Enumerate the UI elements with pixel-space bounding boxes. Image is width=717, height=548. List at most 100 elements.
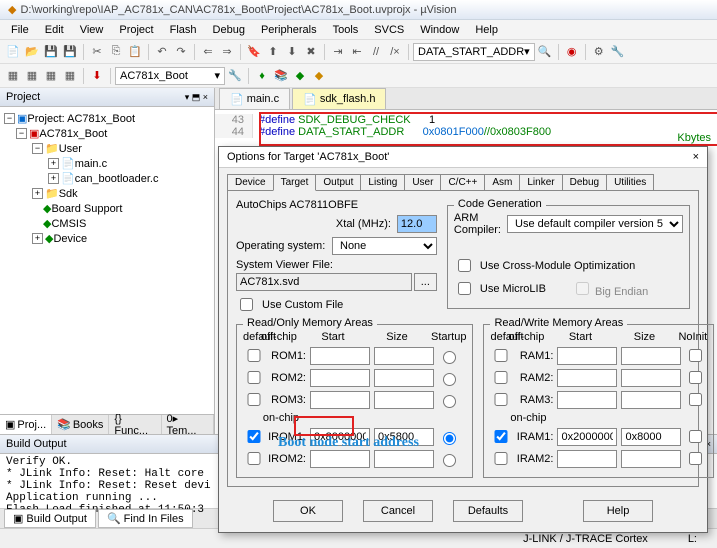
xmod-checkbox[interactable] xyxy=(458,259,471,272)
tab-templates[interactable]: 0▸ Tem... xyxy=(162,415,214,434)
ram1-noinit[interactable] xyxy=(689,349,702,362)
rom2-def-checkbox[interactable] xyxy=(247,371,261,384)
tab-find-in-files[interactable]: 🔍Find In Files xyxy=(98,509,193,528)
undo-icon[interactable]: ↶ xyxy=(153,43,171,61)
dtab-target[interactable]: Target xyxy=(273,174,317,191)
rom1-def-checkbox[interactable] xyxy=(247,349,261,362)
ram3-start[interactable] xyxy=(557,391,617,409)
redo-icon[interactable]: ↷ xyxy=(172,43,190,61)
save-icon[interactable]: 💾 xyxy=(42,43,60,61)
rte-icon[interactable]: ◆ xyxy=(310,67,328,85)
code-area[interactable]: 43 #define SDK_DEBUG_CHECK 1 44 #define … xyxy=(215,110,717,142)
tree-group-device[interactable]: +◆ Device xyxy=(0,231,214,246)
cancel-button[interactable]: Cancel xyxy=(363,500,433,522)
defaults-button[interactable]: Defaults xyxy=(453,500,523,522)
dtab-debug[interactable]: Debug xyxy=(562,174,607,191)
bookmark-clear-icon[interactable]: ✖ xyxy=(302,43,320,61)
open-icon[interactable]: 📂 xyxy=(23,43,41,61)
dtab-device[interactable]: Device xyxy=(227,174,274,191)
tab-sdk-flash-h[interactable]: 📄sdk_flash.h xyxy=(292,88,386,109)
menu-file[interactable]: File xyxy=(4,22,36,38)
outdent-icon[interactable]: ⇤ xyxy=(348,43,366,61)
irom1-def-checkbox[interactable] xyxy=(247,430,261,443)
iram1-def-checkbox[interactable] xyxy=(494,430,508,443)
svf-input[interactable] xyxy=(236,273,412,291)
svf-browse-button[interactable]: ... xyxy=(414,273,437,291)
tree-file-main[interactable]: +📄 main.c xyxy=(0,156,214,171)
options-icon[interactable]: 🔧 xyxy=(226,67,244,85)
rom1-startup[interactable] xyxy=(443,351,456,364)
rom2-startup[interactable] xyxy=(443,373,456,386)
download-icon[interactable]: ⬇ xyxy=(88,67,106,85)
find-combo[interactable]: DATA_START_ADDR▾ xyxy=(413,43,535,61)
tab-project[interactable]: ▣Proj... xyxy=(0,415,52,434)
menu-project[interactable]: Project xyxy=(112,22,160,38)
irom2-start[interactable] xyxy=(310,450,370,468)
nav-fwd-icon[interactable]: ⇒ xyxy=(218,43,236,61)
tree-file-bootloader[interactable]: +📄 can_bootloader.c xyxy=(0,171,214,186)
iram2-start[interactable] xyxy=(557,450,617,468)
dtab-asm[interactable]: Asm xyxy=(484,174,520,191)
target-combo[interactable]: AC781x_Boot▾ xyxy=(115,67,225,85)
tab-build-output[interactable]: ▣Build Output xyxy=(4,509,96,528)
ram1-size[interactable] xyxy=(621,347,681,365)
dtab-output[interactable]: Output xyxy=(315,174,361,191)
iram2-noinit[interactable] xyxy=(689,452,702,465)
ram3-size[interactable] xyxy=(621,391,681,409)
ram1-def-checkbox[interactable] xyxy=(494,349,508,362)
nav-back-icon[interactable]: ⇐ xyxy=(199,43,217,61)
dtab-utilities[interactable]: Utilities xyxy=(606,174,654,191)
os-select[interactable]: None xyxy=(332,237,437,255)
uncomment-icon[interactable]: /× xyxy=(386,43,404,61)
paste-icon[interactable]: 📋 xyxy=(126,43,144,61)
new-icon[interactable]: 📄 xyxy=(4,43,22,61)
iram2-size[interactable] xyxy=(621,450,681,468)
ram2-def-checkbox[interactable] xyxy=(494,371,508,384)
iram1-start[interactable] xyxy=(557,428,617,446)
dtab-listing[interactable]: Listing xyxy=(360,174,405,191)
debug-icon[interactable]: ◉ xyxy=(563,43,581,61)
dtab-linker[interactable]: Linker xyxy=(519,174,562,191)
menu-debug[interactable]: Debug xyxy=(206,22,252,38)
tree-root[interactable]: −▣ Project: AC781x_Boot xyxy=(0,111,214,126)
compiler-select[interactable]: Use default compiler version 5 xyxy=(507,215,683,233)
microlib-checkbox[interactable] xyxy=(458,282,471,295)
pack-icon[interactable]: ◆ xyxy=(291,67,309,85)
rom2-start[interactable] xyxy=(310,369,370,387)
rom3-size[interactable] xyxy=(374,391,434,409)
tree-target[interactable]: −▣ AC781x_Boot xyxy=(0,126,214,141)
ram3-noinit[interactable] xyxy=(689,393,702,406)
dtab-user[interactable]: User xyxy=(404,174,441,191)
rom3-startup[interactable] xyxy=(443,395,456,408)
iram1-noinit[interactable] xyxy=(689,430,702,443)
custom-file-checkbox[interactable] xyxy=(240,298,253,311)
wrench-icon[interactable]: 🔧 xyxy=(609,43,627,61)
copy-icon[interactable]: ⎘ xyxy=(107,43,125,61)
iram1-size[interactable] xyxy=(621,428,681,446)
irom2-startup[interactable] xyxy=(443,454,456,467)
tree-group-board[interactable]: ◆ Board Support xyxy=(0,201,214,216)
bookmark-icon[interactable]: 🔖 xyxy=(245,43,263,61)
comment-icon[interactable]: // xyxy=(367,43,385,61)
bookmark-next-icon[interactable]: ⬇ xyxy=(283,43,301,61)
menu-help[interactable]: Help xyxy=(468,22,505,38)
config-icon[interactable]: ⚙ xyxy=(590,43,608,61)
help-button[interactable]: Help xyxy=(583,500,653,522)
menu-peripherals[interactable]: Peripherals xyxy=(254,22,324,38)
manage-icon[interactable]: ♦ xyxy=(253,67,271,85)
menu-tools[interactable]: Tools xyxy=(326,22,366,38)
tree-group-sdk[interactable]: +📁 Sdk xyxy=(0,186,214,201)
menu-window[interactable]: Window xyxy=(413,22,466,38)
rom3-start[interactable] xyxy=(310,391,370,409)
irom1-startup[interactable] xyxy=(443,432,456,445)
ram3-def-checkbox[interactable] xyxy=(494,393,508,406)
rom2-size[interactable] xyxy=(374,369,434,387)
rebuild-icon[interactable]: ▦ xyxy=(23,67,41,85)
close-icon[interactable]: × xyxy=(693,151,699,163)
buildall-icon[interactable]: ▦ xyxy=(42,67,60,85)
books-icon[interactable]: 📚 xyxy=(272,67,290,85)
cut-icon[interactable]: ✂ xyxy=(88,43,106,61)
stopbuild-icon[interactable]: ▦ xyxy=(61,67,79,85)
rom1-start[interactable] xyxy=(310,347,370,365)
iram2-def-checkbox[interactable] xyxy=(494,452,508,465)
